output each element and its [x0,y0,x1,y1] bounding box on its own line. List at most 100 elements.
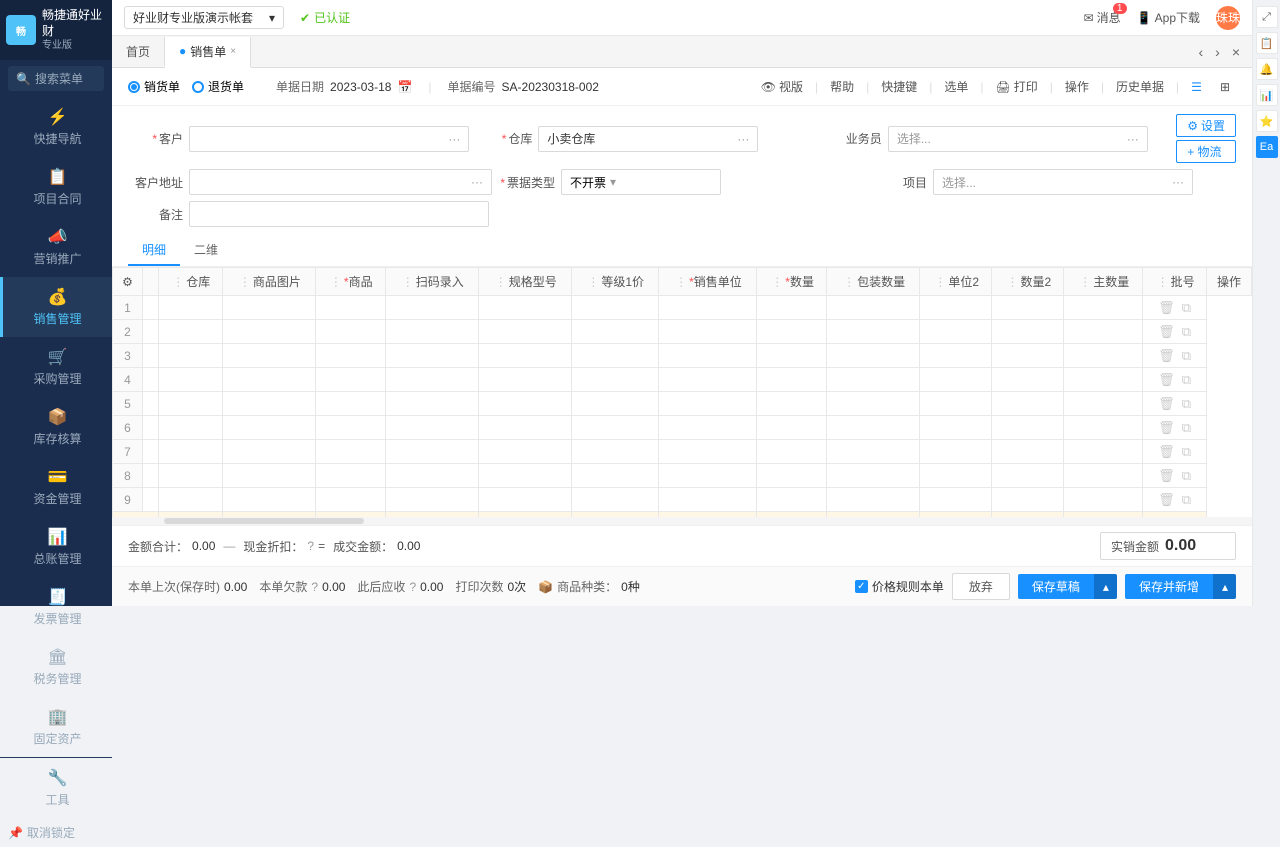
salesman-select-icon[interactable]: ··· [1127,132,1139,146]
view-button[interactable]: 👁 视版 [755,76,809,97]
th-product[interactable]: ⋮*商品 [315,268,385,296]
price-check-checkbox[interactable]: ✓ 价格规则本单 [855,578,944,595]
sidebar-item-ledger[interactable]: 📊 总账管理 [0,517,112,577]
right-panel-btn-3[interactable]: 🔔 [1256,58,1278,80]
row-delete-button[interactable]: 🗑 [1156,492,1177,508]
view-mode-grid[interactable]: ⊞ [1214,78,1236,96]
sidebar-item-quick-nav[interactable]: ⚡ 快捷导航 [0,97,112,157]
th-batch-import[interactable]: ⋮扫码录入 [385,268,478,296]
sidebar-item-project[interactable]: 📋 项目合同 [0,157,112,217]
sidebar-item-purchase[interactable]: 🛒 采购管理 [0,337,112,397]
row-delete-button[interactable]: 🗑 [1156,324,1177,340]
right-panel-btn-4[interactable]: 📊 [1256,84,1278,106]
th-qty2[interactable]: ⋮数量2 [992,268,1064,296]
add-logistics-button[interactable]: + 物流 [1176,140,1236,163]
right-panel-btn-2[interactable]: 📋 [1256,32,1278,54]
tab-sales-order[interactable]: ● 销售单 × [165,37,251,68]
sidebar-item-finance[interactable]: 💳 资金管理 [0,457,112,517]
row-delete-button[interactable]: 🗑 [1156,348,1177,364]
th-batch[interactable]: ⋮批号 [1143,268,1207,296]
horizontal-scrollbar[interactable] [112,517,1252,525]
sidebar-item-tools[interactable]: 🔧 工具 [0,758,112,818]
history-button[interactable]: 历史单据 [1110,76,1170,97]
row-delete-button[interactable]: 🗑 [1156,396,1177,412]
operate-button[interactable]: 操作 [1059,76,1095,97]
view-mode-list[interactable]: ☰ [1185,78,1208,96]
th-main-qty[interactable]: ⋮主数量 [1064,268,1143,296]
th-warehouse[interactable]: ⋮仓库 [158,268,222,296]
help-button[interactable]: 帮助 [824,76,860,97]
table-container[interactable]: ⚙ ⋮仓库 ⋮商品图片 ⋮*商品 ⋮扫码录入 ⋮规格型号 ⋮等级1价 ⋮*销售单… [112,267,1252,517]
row-copy-button[interactable]: ⧉ [1180,468,1193,484]
row-delete-button[interactable]: 🗑 [1156,468,1177,484]
th-settings[interactable]: ⚙ [113,268,143,296]
right-panel-btn-6[interactable]: Ea [1256,136,1278,158]
radio-sales[interactable]: 销货单 [128,78,180,95]
row-delete-button[interactable]: 🗑 [1156,372,1177,388]
cancel-fixed-btn[interactable]: 📌 取消锁定 [0,818,112,847]
detail-tab-2d[interactable]: 二维 [180,235,232,266]
select-button[interactable]: 选单 [938,76,974,97]
search-menu-button[interactable]: 🔍 搜索菜单 [8,66,104,91]
right-panel-btn-1[interactable]: ⤢ [1256,6,1278,28]
tab-next-button[interactable]: › [1211,42,1224,62]
radio-return[interactable]: 退货单 [192,78,244,95]
row-copy-button[interactable]: ⧉ [1180,324,1193,340]
customer-input[interactable]: ··· [189,126,469,152]
th-quantity[interactable]: ⋮*数量 [757,268,827,296]
sidebar-item-invoice[interactable]: 🧾 发票管理 [0,577,112,637]
row-delete-button[interactable]: 🗑 [1156,300,1177,316]
sidebar-item-tax[interactable]: 🏛 税务管理 [0,637,112,697]
row-delete-button[interactable]: 🗑 [1156,444,1177,460]
shortcut-button[interactable]: 快捷键 [875,76,923,97]
save-new-dropdown[interactable]: ▴ [1213,574,1236,599]
save-draft-button[interactable]: 保存草稿 [1018,574,1094,599]
row-copy-button[interactable]: ⧉ [1180,348,1193,364]
row-delete-button[interactable]: 🗑 [1156,420,1177,436]
tab-close-all-button[interactable]: × [1228,42,1244,62]
th-spec[interactable]: ⋮规格型号 [478,268,571,296]
sidebar-item-sales[interactable]: 💰 销售管理 [0,277,112,337]
th-unit2[interactable]: ⋮单位2 [920,268,992,296]
th-grade-price[interactable]: ⋮等级1价 [571,268,658,296]
save-draft-dropdown[interactable]: ▴ [1094,574,1117,599]
project-select-icon[interactable]: ··· [1172,175,1184,189]
row-copy-button[interactable]: ⧉ [1180,420,1193,436]
right-panel-btn-5[interactable]: ⭐ [1256,110,1278,132]
app-download-button[interactable]: 📱 App下载 [1137,9,1200,26]
project-input[interactable]: 选择... ··· [933,169,1193,195]
sidebar-item-assets[interactable]: 🏢 固定资产 [0,697,112,757]
save-new-button[interactable]: 保存并新增 [1125,574,1213,599]
tab-close-button[interactable]: × [230,46,236,57]
row-copy-button[interactable]: ⧉ [1180,396,1193,412]
receivable-help-icon[interactable]: ? [409,580,416,594]
setup-button[interactable]: ⚙ 设置 [1176,114,1236,137]
print-button[interactable]: 🖨 打印 [990,76,1044,97]
warehouse-select-icon[interactable]: ··· [737,132,749,146]
row-copy-button[interactable]: ⧉ [1180,300,1193,316]
message-button[interactable]: ✉ 消息 1 [1084,9,1121,26]
sidebar-item-marketing[interactable]: 📣 营销推广 [0,217,112,277]
scroll-thumb[interactable] [164,518,364,524]
abandon-button[interactable]: 放弃 [952,573,1010,600]
discount-help-icon[interactable]: ? [307,539,314,553]
th-sale-unit[interactable]: ⋮*销售单位 [658,268,757,296]
th-product-img[interactable]: ⋮商品图片 [222,268,315,296]
address-select-icon[interactable]: ··· [471,175,483,189]
warehouse-input[interactable]: 小卖仓库 ··· [538,126,758,152]
debt-help-icon[interactable]: ? [311,580,318,594]
customer-select-icon[interactable]: ··· [448,132,460,146]
address-input[interactable]: ··· [189,169,492,195]
row-copy-button[interactable]: ⧉ [1180,444,1193,460]
row-copy-button[interactable]: ⧉ [1180,372,1193,388]
company-selector[interactable]: 好业财专业版演示帐套 ▾ [124,6,284,29]
ticket-select[interactable]: 不开票 ▾ [561,169,721,195]
tab-home[interactable]: 首页 [112,37,165,66]
salesman-input[interactable]: 选择... ··· [888,126,1148,152]
calendar-icon[interactable]: 📅 [397,80,412,94]
row-copy-button[interactable]: ⧉ [1180,492,1193,508]
sidebar-item-inventory[interactable]: 📦 库存核算 [0,397,112,457]
tab-prev-button[interactable]: ‹ [1194,42,1207,62]
th-pack-qty[interactable]: ⋮包装数量 [827,268,920,296]
remark-input[interactable] [189,201,489,227]
